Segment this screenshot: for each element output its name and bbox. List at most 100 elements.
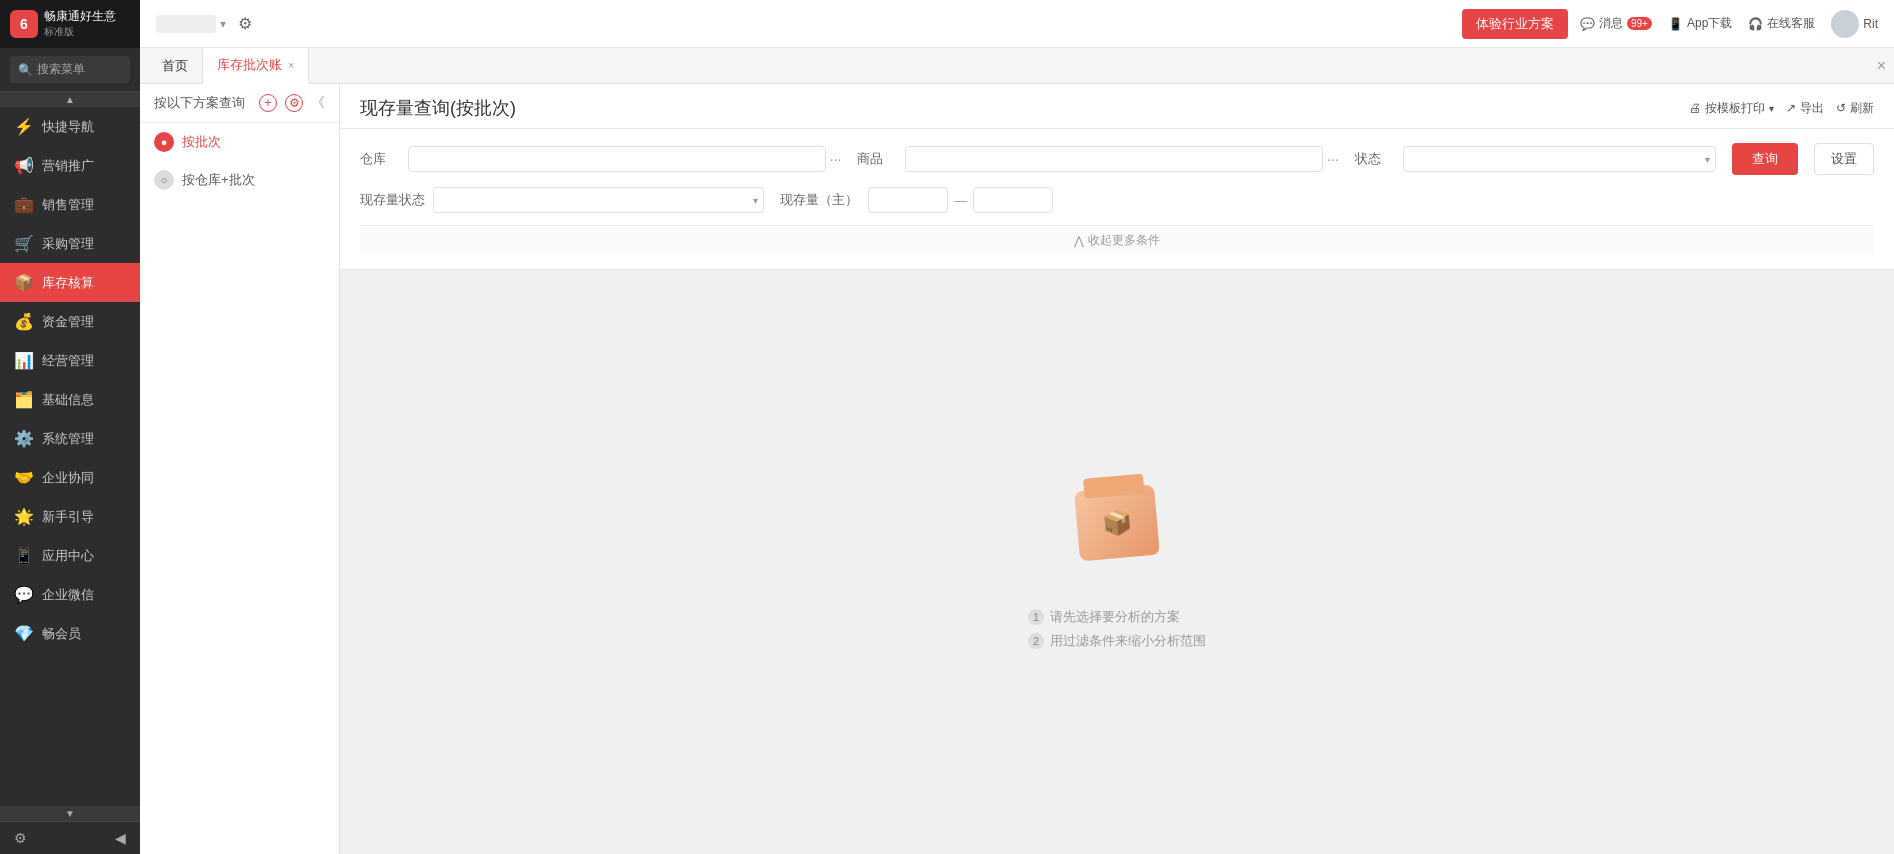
export-icon: ↗ (1786, 101, 1796, 115)
empty-tips: 1 请先选择要分析的方案 2 用过滤条件来缩小分析范围 (1028, 608, 1206, 656)
home-tab-label: 首页 (162, 57, 188, 75)
sidebar-item-basic[interactable]: 🗂️ 基础信息 (0, 380, 140, 419)
print-dropdown-icon[interactable]: ▾ (1769, 103, 1774, 114)
sidebar-scroll-up[interactable]: ▲ (0, 92, 140, 107)
tip2-text: 用过滤条件来缩小分析范围 (1050, 632, 1206, 650)
tab-home[interactable]: 首页 (148, 48, 203, 84)
sidebar-item-quick[interactable]: ⚡ 快捷导航 (0, 107, 140, 146)
search-icon: 🔍 (18, 63, 33, 77)
sidebar-nav: ⚡ 快捷导航 📢 营销推广 💼 销售管理 🛒 采购管理 📦 库存核算 💰 资金管… (0, 107, 140, 806)
quick-icon: ⚡ (14, 117, 34, 136)
topbar-settings-icon[interactable]: ⚙ (238, 14, 252, 33)
tab-inventory-batch[interactable]: 库存批次账 × (203, 48, 309, 84)
marketing-icon: 📢 (14, 156, 34, 175)
collapse-sidebar-icon[interactable]: ◀ (115, 830, 126, 846)
settings-button[interactable]: 设置 (1814, 143, 1874, 175)
app-download-button[interactable]: 📱 App下载 (1668, 15, 1732, 32)
search-row-2: 现存量状态 ▾ 现存量（主） — (360, 187, 1874, 213)
panel-close-button[interactable]: × (1877, 57, 1886, 75)
apps-icon: 📱 (14, 546, 34, 565)
filter-collapse-button[interactable]: 《 (311, 94, 325, 112)
qty-max-input[interactable] (973, 187, 1053, 213)
inventory-status-select[interactable] (433, 187, 764, 213)
warehouse-dots[interactable]: ··· (830, 151, 842, 167)
sidebar-scroll-down[interactable]: ▼ (0, 806, 140, 821)
sidebar-item-wechat[interactable]: 💬 企业微信 (0, 575, 140, 614)
tip1-num: 1 (1028, 609, 1044, 625)
print-button[interactable]: 🖨 按模板打印 ▾ (1689, 100, 1774, 117)
sidebar-item-finance[interactable]: 💰 资金管理 (0, 302, 140, 341)
collapse-icon: ⋀ (1074, 234, 1084, 248)
search-form: 仓库 ··· 商品 ··· 状态 (340, 129, 1894, 270)
sidebar-item-operation[interactable]: 📊 经营管理 (0, 341, 140, 380)
filter-warehouse-batch-icon: ○ (154, 170, 174, 190)
inventory-qty-field: 现存量（主） — (780, 187, 1319, 213)
filter-item-warehouse-batch[interactable]: ○ 按仓库+批次 (140, 161, 339, 199)
content-area: 按以下方案查询 + ⚙ 《 ● 按批次 ○ 按仓库+批次 现存量查询(按批次) (140, 84, 1894, 854)
filter-item-batch[interactable]: ● 按批次 (140, 123, 339, 161)
header-actions: 🖨 按模板打印 ▾ ↗ 导出 ↺ 刷新 (1689, 100, 1874, 117)
refresh-button[interactable]: ↺ 刷新 (1836, 100, 1874, 117)
user-avatar-area[interactable]: Rit (1831, 10, 1878, 38)
sidebar-header: 6 畅康通好生意 标准版 (0, 0, 140, 48)
online-service-button[interactable]: 🎧 在线客服 (1748, 15, 1815, 32)
filter-settings-button[interactable]: ⚙ (285, 94, 303, 112)
query-header: 现存量查询(按批次) 🖨 按模板打印 ▾ ↗ 导出 ↺ 刷新 (340, 84, 1894, 129)
collapse-more-button[interactable]: ⋀ 收起更多条件 (360, 225, 1874, 255)
topbar-actions: 💬 消息 99+ 📱 App下载 🎧 在线客服 Rit (1580, 10, 1878, 38)
sidebar-title: 畅康通好生意 (44, 9, 116, 25)
inventory-status-field: 现存量状态 ▾ (360, 187, 764, 213)
sidebar-item-sales[interactable]: 💼 销售管理 (0, 185, 140, 224)
search-menu-button[interactable]: 🔍 搜索菜单 (10, 56, 130, 83)
tip2-num: 2 (1028, 633, 1044, 649)
sidebar-item-marketing[interactable]: 📢 营销推广 (0, 146, 140, 185)
filter-panel-title: 按以下方案查询 (154, 94, 245, 112)
status-field: 状态 ▾ (1355, 146, 1716, 172)
filter-warehouse-batch-label: 按仓库+批次 (182, 171, 255, 189)
product-field: 商品 ··· (857, 146, 1338, 172)
vip-icon: 💎 (14, 624, 34, 643)
filter-add-button[interactable]: + (259, 94, 277, 112)
messages-button[interactable]: 💬 消息 99+ (1580, 15, 1652, 32)
sales-icon: 💼 (14, 195, 34, 214)
empty-illustration: 📦 (1057, 468, 1177, 588)
sidebar-item-collab[interactable]: 🤝 企业协同 (0, 458, 140, 497)
system-icon: ⚙️ (14, 429, 34, 448)
warehouse-label: 仓库 (360, 150, 400, 168)
sidebar-item-system[interactable]: ⚙️ 系统管理 (0, 419, 140, 458)
sidebar-footer: ⚙ ◀ (0, 821, 140, 854)
sidebar-item-inventory[interactable]: 📦 库存核算 (0, 263, 140, 302)
sidebar-item-vip[interactable]: 💎 畅会员 (0, 614, 140, 653)
sidebar-item-guide[interactable]: 🌟 新手引导 (0, 497, 140, 536)
warehouse-input[interactable] (408, 146, 826, 172)
sidebar-logo: 6 (10, 10, 38, 38)
query-button[interactable]: 查询 (1732, 143, 1798, 175)
refresh-icon: ↺ (1836, 101, 1846, 115)
tabbar: 首页 库存批次账 × × (140, 48, 1894, 84)
export-button[interactable]: ↗ 导出 (1786, 100, 1824, 117)
filter-panel-header: 按以下方案查询 + ⚙ 《 (140, 84, 339, 123)
product-dots[interactable]: ··· (1327, 151, 1339, 167)
search-row-1: 仓库 ··· 商品 ··· 状态 (360, 143, 1874, 175)
sidebar-search-section: 🔍 搜索菜单 (0, 48, 140, 92)
main-area: ▾ ⚙ 体验行业方案 💬 消息 99+ 📱 App下载 🎧 在线客服 Rit (140, 0, 1894, 854)
page-title: 现存量查询(按批次) (360, 96, 516, 120)
sidebar-item-apps[interactable]: 📱 应用中心 (0, 536, 140, 575)
product-input[interactable] (905, 146, 1323, 172)
empty-tip-2: 2 用过滤条件来缩小分析范围 (1028, 632, 1206, 650)
status-select[interactable] (1403, 146, 1716, 172)
dropdown-icon[interactable]: ▾ (220, 17, 226, 31)
trial-button[interactable]: 体验行业方案 (1462, 9, 1568, 39)
warehouse-field: 仓库 ··· (360, 146, 841, 172)
inventory-status-label: 现存量状态 (360, 191, 425, 209)
app-download-icon: 📱 (1668, 17, 1683, 31)
sidebar-item-purchase[interactable]: 🛒 采购管理 (0, 224, 140, 263)
range-divider: — (954, 193, 967, 208)
settings-footer-icon[interactable]: ⚙ (14, 830, 27, 846)
qty-min-input[interactable] (868, 187, 948, 213)
filter-batch-icon: ● (154, 132, 174, 152)
print-icon: 🖨 (1689, 101, 1701, 115)
product-label: 商品 (857, 150, 897, 168)
tab-close-icon[interactable]: × (288, 59, 294, 71)
sidebar: 6 畅康通好生意 标准版 🔍 搜索菜单 ▲ ⚡ 快捷导航 📢 营销推广 💼 销售… (0, 0, 140, 854)
